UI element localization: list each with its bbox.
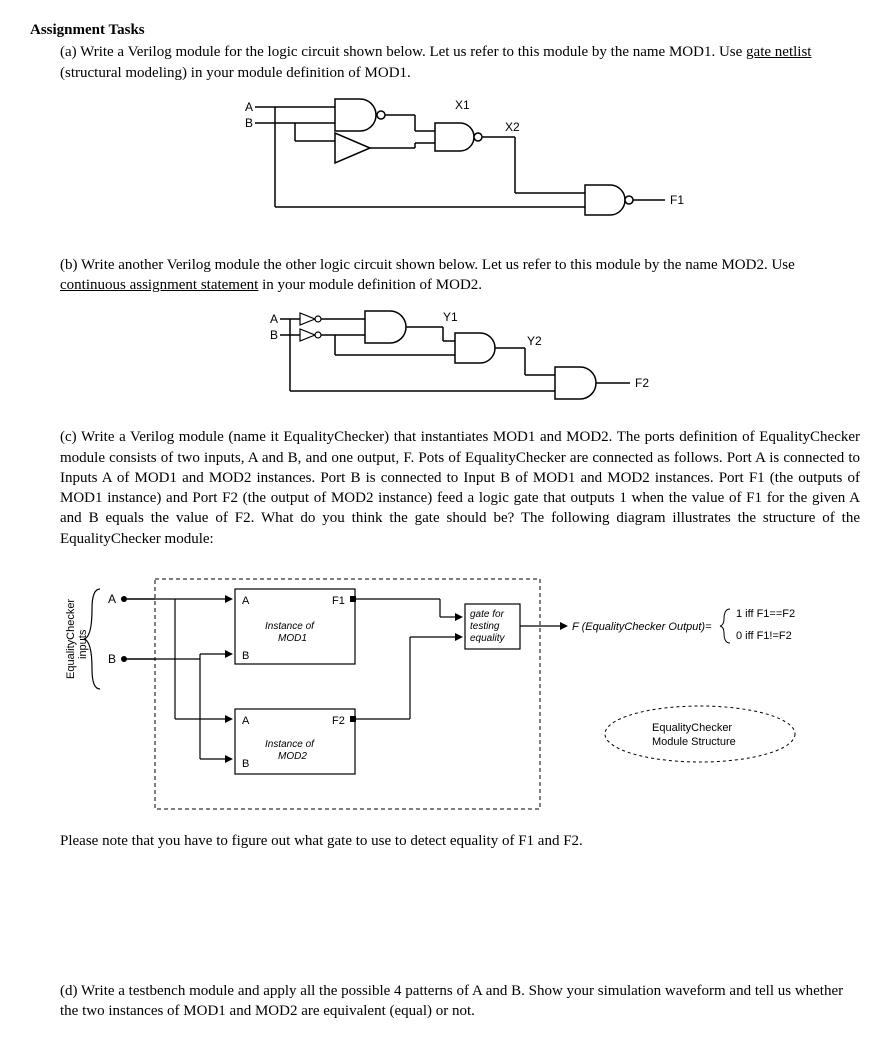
c-mod2-a: A <box>242 715 250 727</box>
label-b: B <box>245 116 253 130</box>
c-label-a: A <box>108 592 116 606</box>
structure-c-svg: EqualityChecker inputs A B A B F1 Instan… <box>60 559 860 819</box>
label-a: A <box>245 100 253 114</box>
task-b-text-after: in your module definition of MOD2. <box>258 277 482 293</box>
c-mod2-b: B <box>242 758 249 770</box>
side-label-2: inputs <box>77 629 89 659</box>
task-a-label: (a) <box>60 44 77 60</box>
c-mod1-f1: F1 <box>332 595 345 607</box>
task-a-text-before: Write a Verilog module for the logic cir… <box>77 44 746 60</box>
diagram-b: A B Y1 Y2 F2 <box>30 305 860 415</box>
diagram-c: EqualityChecker inputs A B A B F1 Instan… <box>60 559 860 819</box>
label-y2: Y2 <box>527 334 542 348</box>
circuit-a-svg: A B X1 X2 <box>185 93 705 243</box>
side-label-1: EqualityChecker <box>65 598 77 678</box>
spacer <box>30 881 860 971</box>
label-b-b: B <box>270 328 278 342</box>
label-f1: F1 <box>670 193 684 207</box>
task-a-underlined: gate netlist <box>746 44 811 60</box>
task-b-underlined: continuous assignment statement <box>60 277 258 293</box>
c-gate1: gate for <box>470 609 505 620</box>
task-c-note: Please note that you have to figure out … <box>60 831 860 851</box>
c-gate2: testing <box>470 621 500 632</box>
c-out-line2: 0 iff F1!=F2 <box>736 630 792 642</box>
page-title: Assignment Tasks <box>30 20 860 40</box>
c-gate3: equality <box>470 633 505 644</box>
c-mod2-name2: MOD2 <box>278 751 307 762</box>
c-out-line1: 1 iff F1==F2 <box>736 608 795 620</box>
task-d: (d) Write a testbench module and apply a… <box>60 981 860 1022</box>
c-mod1-name: Instance of <box>265 621 315 632</box>
circuit-b-svg: A B Y1 Y2 F2 <box>215 305 675 415</box>
task-c: (c) Write a Verilog module (name it Equa… <box>60 427 860 549</box>
label-f2: F2 <box>635 376 649 390</box>
task-b: (b) Write another Verilog module the oth… <box>60 255 860 296</box>
c-mod1-a: A <box>242 595 250 607</box>
c-mod1-b: B <box>242 650 249 662</box>
label-y1: Y1 <box>443 310 458 324</box>
label-x1: X1 <box>455 98 470 112</box>
task-c-text: Write a Verilog module (name it Equality… <box>60 429 860 546</box>
c-mod2-name: Instance of <box>265 739 315 750</box>
c-label-b: B <box>108 652 116 666</box>
task-b-text-before: Write another Verilog module the other l… <box>78 257 795 273</box>
label-x2: X2 <box>505 120 520 134</box>
task-d-label: (d) <box>60 983 78 999</box>
label-a-b: A <box>270 312 278 326</box>
c-mod1-name2: MOD1 <box>278 633 307 644</box>
task-a-text-after: (structural modeling) in your module def… <box>60 65 411 81</box>
c-bubble1: EqualityChecker <box>652 722 732 734</box>
diagram-a: A B X1 X2 <box>30 93 860 243</box>
c-out-lead: F (EqualityChecker Output)= <box>572 621 712 633</box>
task-c-label: (c) <box>60 429 77 445</box>
c-bubble2: Module Structure <box>652 736 736 748</box>
task-a: (a) Write a Verilog module for the logic… <box>60 42 860 83</box>
task-b-label: (b) <box>60 257 78 273</box>
task-d-text: Write a testbench module and apply all t… <box>60 983 843 1019</box>
c-mod2-f2: F2 <box>332 715 345 727</box>
